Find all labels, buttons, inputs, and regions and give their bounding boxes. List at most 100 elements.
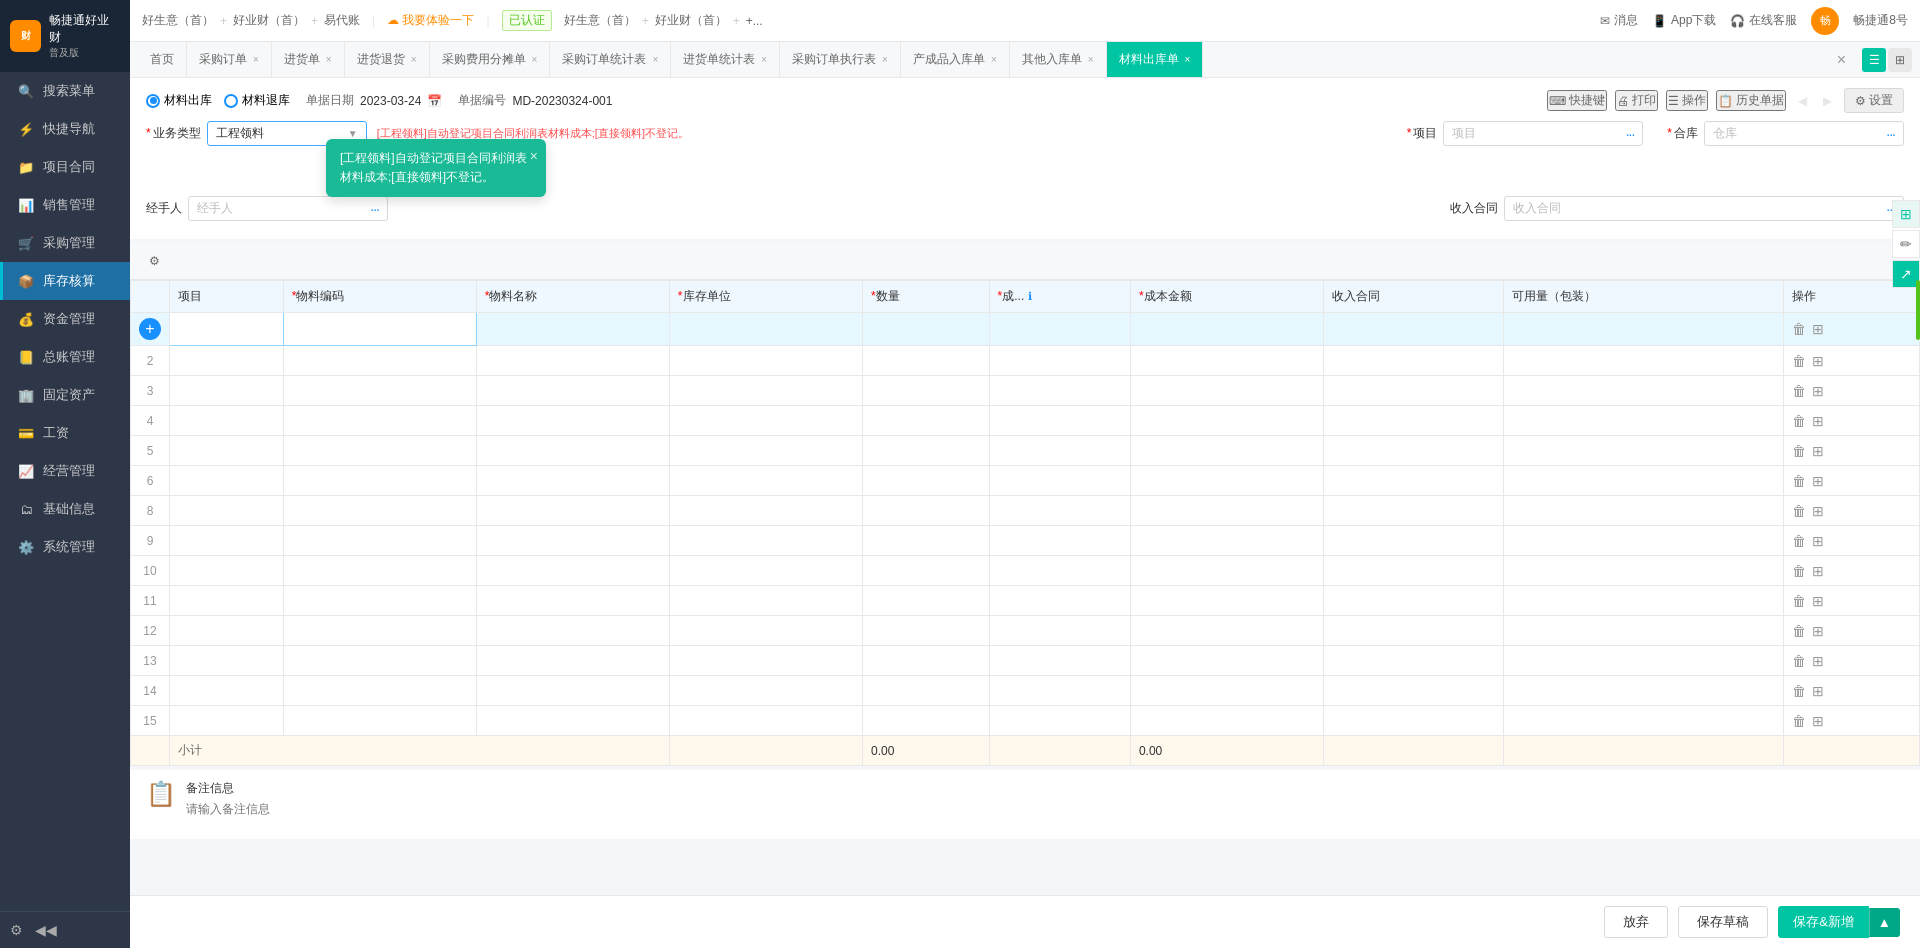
cell-project[interactable] (170, 706, 284, 736)
top-nav-link-1[interactable]: 好生意（首） (142, 12, 214, 29)
cell-contract[interactable] (1324, 346, 1504, 376)
cell-cost-unit[interactable] (989, 376, 1130, 406)
save-draft-btn[interactable]: 保存草稿 (1678, 906, 1768, 938)
cell-contract[interactable] (1324, 556, 1504, 586)
copy-row-btn[interactable]: ⊞ (1812, 713, 1824, 729)
delete-row-btn[interactable]: 🗑 (1792, 443, 1806, 459)
copy-row-btn[interactable]: ⊞ (1812, 563, 1824, 579)
cell-project[interactable] (170, 676, 284, 706)
cell-available[interactable] (1504, 526, 1784, 556)
top-nav-link-2[interactable]: 好业财（首） (233, 12, 305, 29)
copy-row-btn[interactable]: ⊞ (1812, 353, 1824, 369)
cell-code[interactable] (283, 526, 476, 556)
cell-available[interactable] (1504, 586, 1784, 616)
cell-cost-amount[interactable] (1130, 376, 1323, 406)
cell-code[interactable] (283, 646, 476, 676)
history-btn[interactable]: 📋 历史单据 (1716, 90, 1786, 111)
radio-material-out[interactable]: 材料出库 (146, 92, 212, 109)
cell-cost-amount[interactable] (1130, 676, 1323, 706)
cell-project[interactable] (170, 406, 284, 436)
tooltip-close-btn[interactable]: × (530, 145, 538, 167)
side-tool-2[interactable]: ✏ (1892, 230, 1920, 258)
top-nav-link-3[interactable]: 易代账 (324, 12, 360, 29)
cell-qty[interactable] (862, 346, 989, 376)
tab-material-out[interactable]: 材料出库单 × (1107, 42, 1204, 78)
tab-close-icon[interactable]: × (1088, 54, 1094, 65)
cell-cost-unit[interactable] (989, 586, 1130, 616)
sidebar-item-ops[interactable]: 📈 经营管理 (0, 452, 130, 490)
tab-close-all-btn[interactable]: × (1829, 51, 1854, 69)
table-settings-icon[interactable]: ⚙ (142, 249, 166, 273)
cell-cost-amount[interactable] (1130, 526, 1323, 556)
delete-row-btn[interactable]: 🗑 (1792, 473, 1806, 489)
cell-cost-amount[interactable] (1130, 466, 1323, 496)
tab-close-icon[interactable]: × (326, 54, 332, 65)
radio-material-return[interactable]: 材料退库 (224, 92, 290, 109)
cell-cost-unit[interactable] (989, 616, 1130, 646)
cell-code[interactable] (283, 706, 476, 736)
cell-qty[interactable] (862, 526, 989, 556)
tab-close-icon[interactable]: × (253, 54, 259, 65)
cell-available[interactable] (1504, 646, 1784, 676)
cell-contract[interactable] (1324, 406, 1504, 436)
cell-unit[interactable] (669, 496, 862, 526)
cell-qty[interactable] (862, 676, 989, 706)
tab-other-in[interactable]: 其他入库单 × (1010, 42, 1107, 78)
cell-project[interactable] (170, 556, 284, 586)
cell-cost-amount[interactable] (1130, 496, 1323, 526)
copy-row-btn[interactable]: ⊞ (1812, 593, 1824, 609)
top-nav-link-4[interactable]: 好生意（首） (564, 12, 636, 29)
cell-unit[interactable] (669, 616, 862, 646)
copy-row-btn[interactable]: ⊞ (1812, 443, 1824, 459)
cell-cost-amount[interactable] (1130, 646, 1323, 676)
cell-cost-amount[interactable] (1130, 586, 1323, 616)
sidebar-item-quicknav[interactable]: ⚡ 快捷导航 (0, 110, 130, 148)
cell-available[interactable] (1504, 676, 1784, 706)
delete-row-btn[interactable]: 🗑 (1792, 353, 1806, 369)
cell-unit[interactable] (669, 526, 862, 556)
sidebar-item-finance[interactable]: 💰 资金管理 (0, 300, 130, 338)
top-nav-link-5[interactable]: 好业财（首） (655, 12, 727, 29)
cell-code[interactable] (283, 436, 476, 466)
sidebar-item-purchase[interactable]: 🛒 采购管理 (0, 224, 130, 262)
copy-row-btn[interactable]: ⊞ (1812, 383, 1824, 399)
message-btn[interactable]: ✉ 消息 (1600, 12, 1638, 29)
cell-available[interactable] (1504, 616, 1784, 646)
copy-row-btn[interactable]: ⊞ (1812, 321, 1824, 337)
cell-cost-unit[interactable] (989, 496, 1130, 526)
sidebar-item-assets[interactable]: 🏢 固定资产 (0, 376, 130, 414)
sidebar-item-salary[interactable]: 💳 工资 (0, 414, 130, 452)
cell-unit[interactable] (669, 646, 862, 676)
cell-project[interactable] (170, 436, 284, 466)
cell-code[interactable] (283, 496, 476, 526)
cell-contract[interactable] (1324, 646, 1504, 676)
online-support-btn[interactable]: 🎧 在线客服 (1730, 12, 1797, 29)
cell-code[interactable] (283, 556, 476, 586)
cell-available[interactable] (1504, 406, 1784, 436)
add-row-project-cell[interactable] (170, 313, 284, 346)
cell-project[interactable] (170, 376, 284, 406)
cell-code[interactable] (283, 676, 476, 706)
cell-cost-amount[interactable] (1130, 706, 1323, 736)
cell-cost-amount[interactable] (1130, 556, 1323, 586)
cell-unit[interactable] (669, 556, 862, 586)
cell-name[interactable] (476, 526, 669, 556)
cell-available[interactable] (1504, 376, 1784, 406)
settings-btn[interactable]: ⚙ 设置 (1844, 88, 1904, 113)
cell-contract[interactable] (1324, 466, 1504, 496)
tab-goods-stat[interactable]: 进货单统计表 × (671, 42, 780, 78)
copy-row-btn[interactable]: ⊞ (1812, 653, 1824, 669)
delete-row-btn[interactable]: 🗑 (1792, 653, 1806, 669)
cell-qty[interactable] (862, 586, 989, 616)
cell-unit[interactable] (669, 406, 862, 436)
cell-name[interactable] (476, 466, 669, 496)
tab-finished-goods[interactable]: 产成品入库单 × (901, 42, 1010, 78)
cell-unit[interactable] (669, 706, 862, 736)
cell-available[interactable] (1504, 466, 1784, 496)
info-icon[interactable]: ℹ (1028, 290, 1032, 302)
tab-close-icon[interactable]: × (652, 54, 658, 65)
cell-cost-unit[interactable] (989, 346, 1130, 376)
cell-code[interactable] (283, 406, 476, 436)
add-row-btn[interactable]: + (139, 318, 161, 340)
sidebar-item-project[interactable]: 📁 项目合同 (0, 148, 130, 186)
